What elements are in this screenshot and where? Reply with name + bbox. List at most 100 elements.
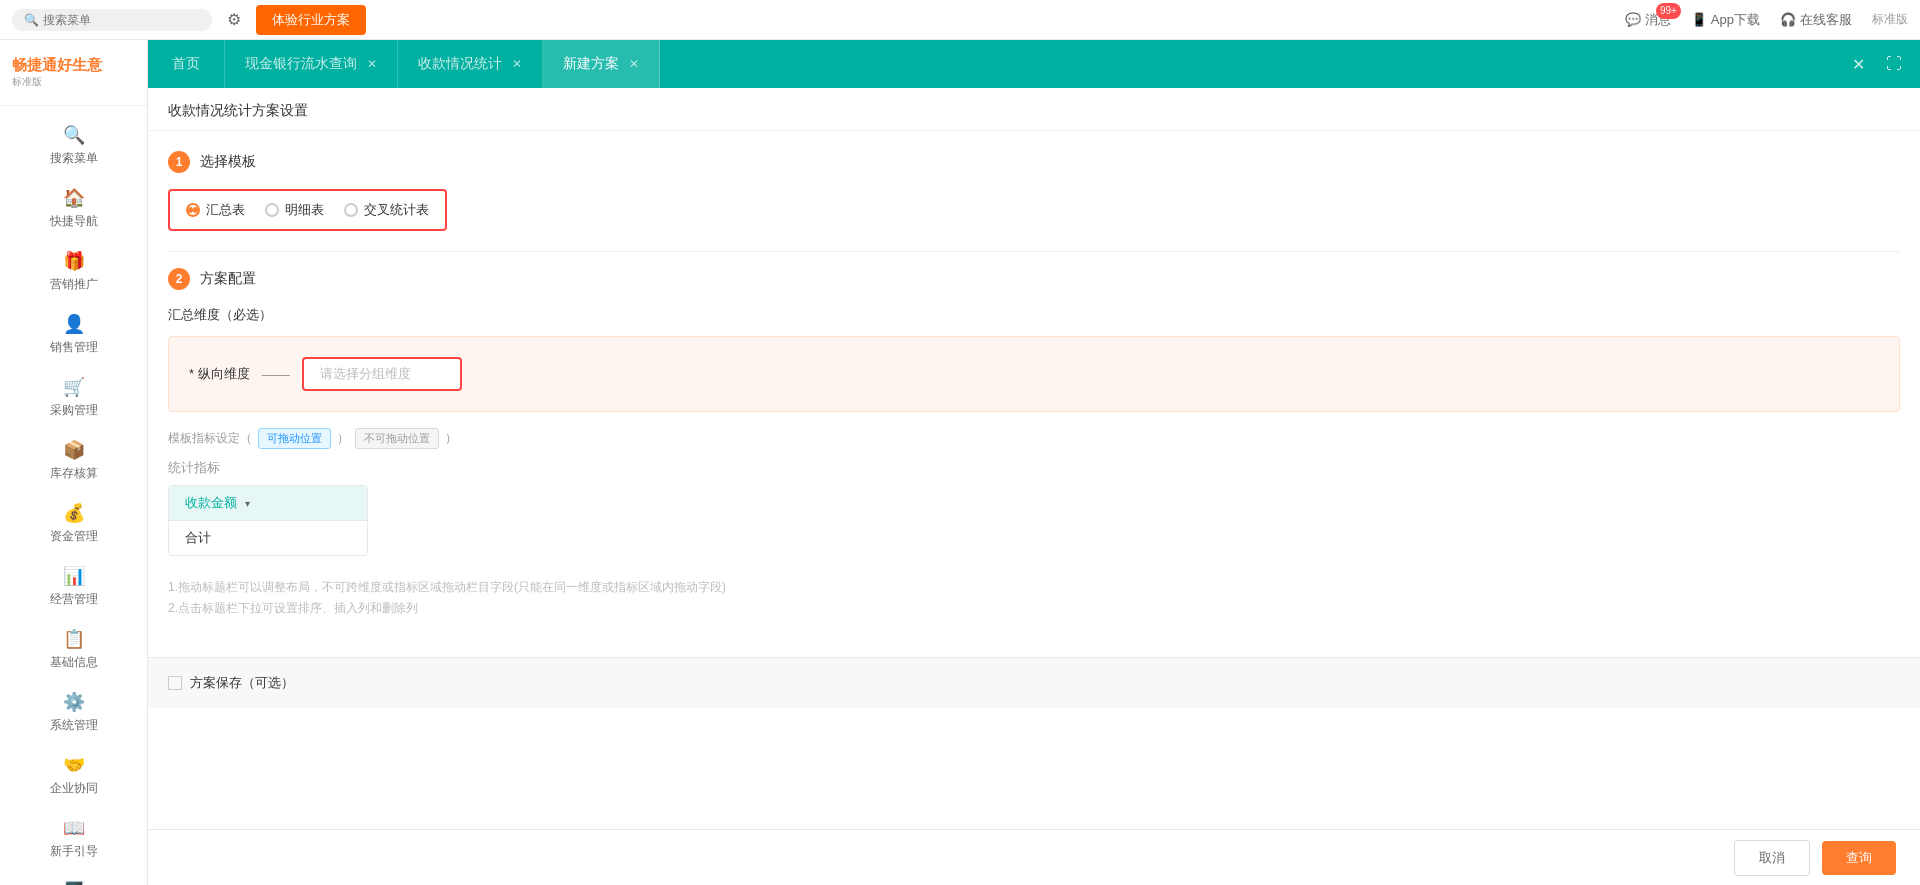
sidebar-logo: 畅捷通好生意 标准版 (0, 48, 147, 106)
chart-icon: 📊 (63, 565, 85, 587)
cart-icon: 🛒 (63, 376, 85, 398)
tab-cashflow-label: 现金银行流水查询 (245, 55, 357, 73)
tab-receipts[interactable]: 收款情况统计 ✕ (398, 40, 543, 88)
query-button[interactable]: 查询 (1822, 841, 1896, 875)
cancel-button[interactable]: 取消 (1734, 840, 1810, 876)
user-icon: 👤 (63, 313, 85, 335)
radio-cross-label: 交叉统计表 (364, 201, 429, 219)
step1-section: 1 选择模板 汇总表 (168, 151, 1900, 231)
radio-cross-circle (344, 203, 358, 217)
template-radio-group: 汇总表 明细表 交叉统计表 (186, 201, 429, 219)
save-option-bar: 方案保存（可选） (148, 657, 1920, 708)
sidebar: 畅捷通好生意 标准版 🔍 搜索菜单 🏠 快捷导航 🎁 营销推广 👤 销售管理 🛒… (0, 40, 148, 885)
monitor-icon: 🖥️ (63, 880, 85, 885)
content-area: 首页 现金银行流水查询 ✕ 收款情况统计 ✕ 新建方案 ✕ ✕ ⛶ (148, 40, 1920, 885)
metrics-table: 收款金额 ▾ 合计 (168, 485, 368, 556)
radio-detail[interactable]: 明细表 (265, 201, 324, 219)
step2-section: 2 方案配置 汇总维度（必选） * 纵向维度 —— 请选择分组维度 (168, 268, 1900, 617)
settings-icon[interactable]: ⚙ (220, 6, 248, 34)
tips-area: 1.拖动标题栏可以调整布局，不可跨维度或指标区域拖动栏目字段(只能在同一维度或指… (168, 579, 1900, 617)
tab-close-all-icon[interactable]: ✕ (1844, 50, 1872, 78)
vertical-dimension-row: * 纵向维度 —— 请选择分组维度 (189, 357, 1879, 391)
sidebar-item-system[interactable]: ⚙️ 系统管理 (0, 681, 147, 744)
box-icon: 📦 (63, 439, 85, 461)
search-bar[interactable]: 🔍 (12, 9, 212, 31)
radio-summary[interactable]: 汇总表 (186, 201, 245, 219)
radio-detail-circle (265, 203, 279, 217)
tab-home[interactable]: 首页 (148, 40, 225, 88)
draggable-tag: 可拖动位置 (258, 428, 331, 449)
logo-main: 畅捷通好生意 (12, 56, 135, 75)
sidebar-label-guide: 新手引导 (50, 843, 98, 860)
sidebar-item-finance[interactable]: 💰 资金管理 (0, 492, 147, 555)
sidebar-label-operation: 经营管理 (50, 591, 98, 608)
sidebar-item-basic[interactable]: 📋 基础信息 (0, 618, 147, 681)
metrics-config-label-close: ） (337, 430, 349, 447)
radio-summary-label: 汇总表 (206, 201, 245, 219)
sidebar-label-marketing: 营销推广 (50, 276, 98, 293)
metrics-table-header[interactable]: 收款金额 ▾ (169, 486, 367, 521)
step1-header: 1 选择模板 (168, 151, 1900, 173)
tips-item-1: 1.拖动标题栏可以调整布局，不可跨维度或指标区域拖动栏目字段(只能在同一维度或指… (168, 579, 1900, 596)
tips-item-2: 2.点击标题栏下拉可设置排序、插入列和删除列 (168, 600, 1900, 617)
tab-bar: 首页 现金银行流水查询 ✕ 收款情况统计 ✕ 新建方案 ✕ ✕ ⛶ (148, 40, 1920, 88)
sidebar-item-inventory[interactable]: 📦 库存核算 (0, 429, 147, 492)
tab-cashflow-close[interactable]: ✕ (367, 57, 377, 71)
form-area: 1 选择模板 汇总表 (148, 131, 1920, 657)
sidebar-item-guide[interactable]: 📖 新手引导 (0, 807, 147, 870)
template-selection-box: 汇总表 明细表 交叉统计表 (168, 189, 447, 231)
bottom-action-bar: 取消 查询 (148, 829, 1920, 885)
dimension-selector[interactable]: 请选择分组维度 (302, 357, 462, 391)
step2-num: 2 (168, 268, 190, 290)
save-checkbox[interactable] (168, 676, 182, 690)
metrics-config-label: 模板指标设定（ (168, 430, 252, 447)
tab-cashflow[interactable]: 现金银行流水查询 ✕ (225, 40, 398, 88)
tab-new-plan-label: 新建方案 (563, 55, 619, 73)
dimension-arrow: —— (262, 366, 290, 382)
sidebar-label-coop: 企业协同 (50, 780, 98, 797)
home-icon: 🏠 (63, 187, 85, 209)
trial-button[interactable]: 体验行业方案 (256, 5, 366, 35)
metrics-col1-header: 收款金额 (185, 494, 237, 512)
sidebar-item-coop[interactable]: 🤝 企业协同 (0, 744, 147, 807)
step1-num: 1 (168, 151, 190, 173)
sidebar-label-sales: 销售管理 (50, 339, 98, 356)
sidebar-item-sales[interactable]: 👤 销售管理 (0, 303, 147, 366)
download-button[interactable]: 📱 App下载 (1691, 11, 1760, 29)
search-nav-icon: 🔍 (63, 124, 85, 146)
metrics-hint: 模板指标设定（ 可拖动位置 ） 不可拖动位置 ） (168, 428, 1900, 449)
sidebar-item-search[interactable]: 🔍 搜索菜单 (0, 114, 147, 177)
dimension-area: * 纵向维度 —— 请选择分组维度 (168, 336, 1900, 412)
summary-dimension-label: 汇总维度（必选） (168, 306, 1900, 324)
search-input[interactable] (43, 13, 193, 27)
page-title: 收款情况统计方案设置 (168, 102, 308, 118)
tab-receipts-close[interactable]: ✕ (512, 57, 522, 71)
consult-button[interactable]: 🎧 在线客服 (1780, 11, 1852, 29)
sidebar-label-finance: 资金管理 (50, 528, 98, 545)
tab-new-plan-close[interactable]: ✕ (629, 57, 639, 71)
sidebar-item-purchase[interactable]: 🛒 采购管理 (0, 366, 147, 429)
step2-header: 2 方案配置 (168, 268, 1900, 290)
sidebar-label-system: 系统管理 (50, 717, 98, 734)
step2-title: 方案配置 (200, 270, 256, 288)
settings-nav-icon: ⚙️ (63, 691, 85, 713)
page-inner: 收款情况统计方案设置 1 选择模板 (148, 88, 1920, 829)
main-layout: 畅捷通好生意 标准版 🔍 搜索菜单 🏠 快捷导航 🎁 营销推广 👤 销售管理 🛒… (0, 40, 1920, 885)
top-bar: 🔍 ⚙ 体验行业方案 💬 消息 99+ 📱 App下载 🎧 在线客服 标准版 (0, 0, 1920, 40)
metrics-section: 模板指标设定（ 可拖动位置 ） 不可拖动位置 ） 统计指标 收款金额 (168, 428, 1900, 559)
message-button[interactable]: 💬 消息 99+ (1625, 11, 1671, 29)
tab-new-plan[interactable]: 新建方案 ✕ (543, 40, 660, 88)
sidebar-item-nav[interactable]: 🏠 快捷导航 (0, 177, 147, 240)
top-bar-right: 💬 消息 99+ 📱 App下载 🎧 在线客服 标准版 (1625, 11, 1908, 29)
sidebar-item-hardware[interactable]: 🖥️ 智能硬件 (0, 870, 147, 885)
sidebar-label-purchase: 采购管理 (50, 402, 98, 419)
tab-expand-icon[interactable]: ⛶ (1880, 50, 1908, 78)
sidebar-item-marketing[interactable]: 🎁 营销推广 (0, 240, 147, 303)
radio-cross[interactable]: 交叉统计表 (344, 201, 429, 219)
money-icon: 💰 (63, 502, 85, 524)
sidebar-item-operation[interactable]: 📊 经营管理 (0, 555, 147, 618)
message-badge: 99+ (1656, 3, 1681, 19)
vertical-label: * 纵向维度 (189, 365, 250, 383)
handshake-icon: 🤝 (63, 754, 85, 776)
message-icon: 💬 (1625, 12, 1641, 27)
